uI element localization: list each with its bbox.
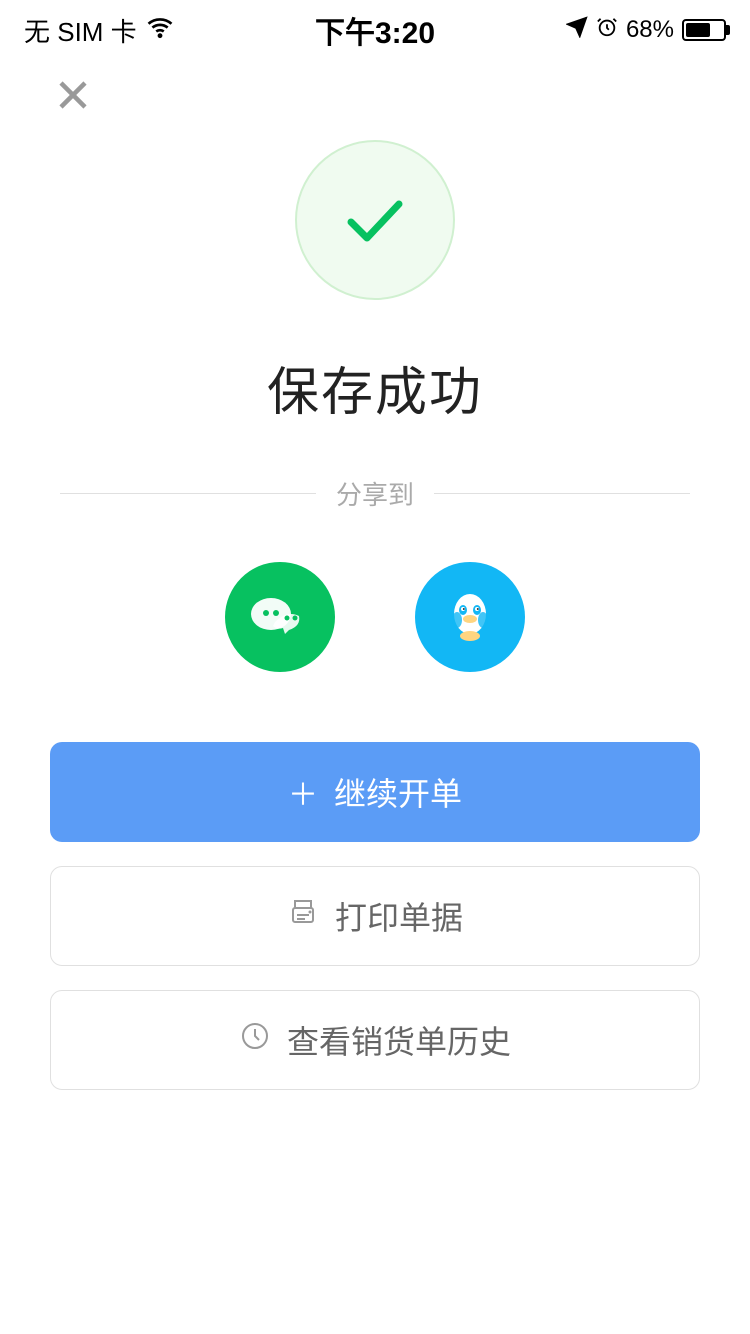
share-wechat-button[interactable] <box>225 562 335 672</box>
alarm-icon <box>596 16 618 45</box>
status-time: 下午3:20 <box>315 8 435 52</box>
divider-left <box>60 493 316 494</box>
history-button[interactable]: 查看销货单历史 <box>50 990 700 1090</box>
battery-percentage: 68% <box>626 16 674 44</box>
status-left: 无 SIM 卡 <box>24 12 173 49</box>
share-qq-button[interactable] <box>415 562 525 672</box>
continue-label: 继续开单 <box>334 769 462 815</box>
no-sim-label: 无 SIM 卡 <box>24 12 137 49</box>
wifi-icon <box>147 14 173 47</box>
battery-icon <box>682 19 726 41</box>
success-title: 保存成功 <box>267 350 483 425</box>
close-button[interactable] <box>48 70 98 120</box>
share-icons <box>225 562 525 672</box>
arrow-icon <box>566 16 588 45</box>
print-label: 打印单据 <box>335 893 463 939</box>
success-circle <box>295 140 455 300</box>
divider-section: 分享到 <box>0 475 750 512</box>
status-bar: 无 SIM 卡 下午3:20 68% <box>0 0 750 60</box>
checkmark-icon <box>335 180 415 260</box>
divider-right <box>434 493 690 494</box>
share-label: 分享到 <box>316 475 434 512</box>
history-label: 查看销货单历史 <box>287 1017 511 1063</box>
print-icon <box>287 896 319 936</box>
status-right: 68% <box>566 16 726 45</box>
continue-button[interactable]: ＋ 继续开单 <box>50 742 700 842</box>
print-button[interactable]: 打印单据 <box>50 866 700 966</box>
plus-icon: ＋ <box>288 770 318 814</box>
main-content: 保存成功 分享到 <box>0 60 750 1090</box>
clock-icon <box>239 1020 271 1060</box>
actions: ＋ 继续开单 打印单据 <box>0 742 750 1090</box>
